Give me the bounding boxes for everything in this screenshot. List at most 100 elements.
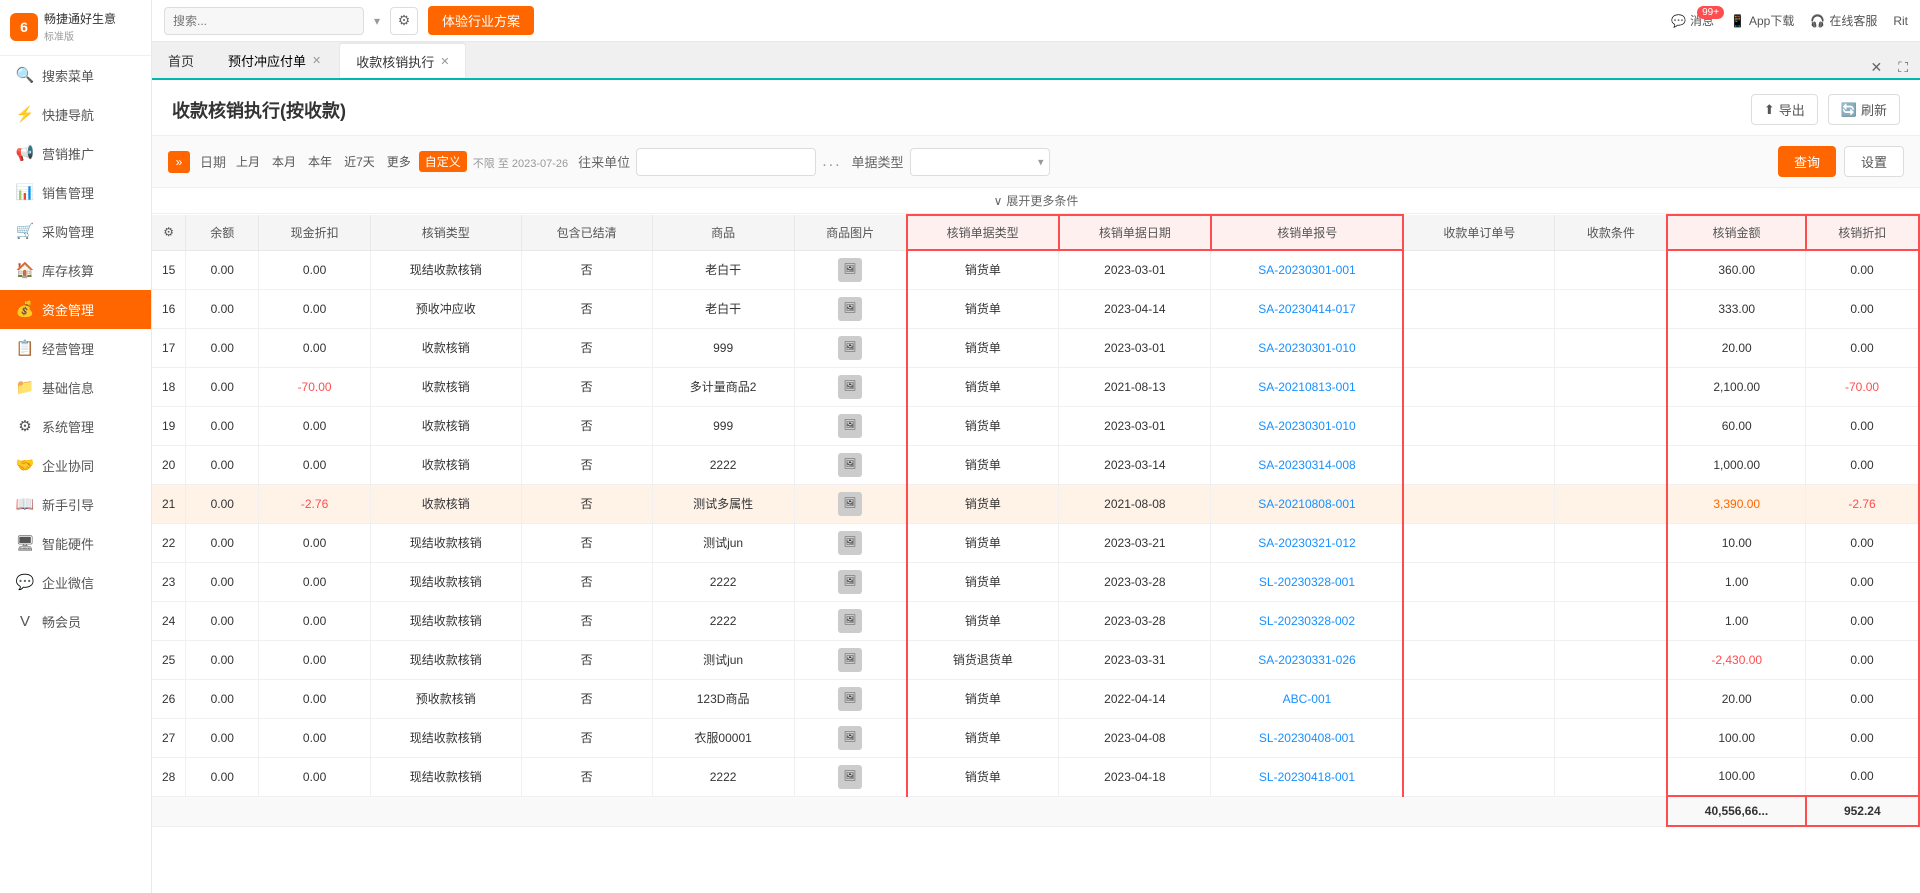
partner-more-icon[interactable]: ... (822, 153, 841, 171)
refresh-btn[interactable]: 🔄 刷新 (1828, 94, 1900, 125)
user-name[interactable]: Rit (1893, 14, 1908, 28)
settings-gear-btn[interactable]: ⚙ (390, 7, 418, 35)
cell-receipt-condition (1555, 445, 1668, 484)
cell-product: 老白干 (652, 289, 794, 328)
search-input[interactable] (164, 7, 364, 35)
sidebar-item-14[interactable]: V畅会员 (0, 602, 151, 641)
cell-receipt-condition (1555, 406, 1668, 445)
cell-receipt-order-no (1403, 406, 1554, 445)
sidebar-item-5[interactable]: 🏠库存核算 (0, 251, 151, 290)
cell-cancel-bill-no[interactable]: SA-20230331-026 (1211, 640, 1404, 679)
cell-cancel-bill-no[interactable]: SA-20210813-001 (1211, 367, 1404, 406)
cell-cancel-amount: 3,390.00 (1667, 484, 1805, 523)
date-btn-this-month[interactable]: 本月 (268, 151, 300, 172)
cell-cancel-bill-no[interactable]: SA-20230301-010 (1211, 406, 1404, 445)
export-btn[interactable]: ⬆ 导出 (1751, 94, 1818, 125)
col-header-cancel-bill-date: 核销单据日期 (1059, 215, 1211, 250)
sidebar-item-4[interactable]: 🛒采购管理 (0, 212, 151, 251)
date-btn-last-month[interactable]: 上月 (232, 151, 264, 172)
table-row: 27 0.00 0.00 现结收款核销 否 衣服00001 🖼 销货单 2023… (152, 718, 1919, 757)
tab-close-all-btn[interactable]: ✕ (1866, 57, 1886, 78)
tab-maximize-btn[interactable]: ⛶ (1894, 57, 1912, 78)
cell-cancel-bill-no[interactable]: SL-20230328-002 (1211, 601, 1404, 640)
sidebar-item-9[interactable]: ⚙系统管理 (0, 407, 151, 446)
sidebar-icon-2: 📢 (16, 144, 34, 162)
col-header-cash-discount: 现金折扣 (259, 215, 371, 250)
sidebar-item-6[interactable]: 💰资金管理 (0, 290, 151, 329)
partner-input[interactable] (636, 148, 816, 176)
sidebar-item-13[interactable]: 💬企业微信 (0, 563, 151, 602)
date-btn-7days[interactable]: 近7天 (340, 151, 379, 172)
message-btn[interactable]: 💬 消息 99+ (1671, 12, 1714, 29)
tab-home[interactable]: 首页 (152, 42, 210, 78)
tab-receipt-cancel[interactable]: 收款核销执行 ✕ (339, 42, 466, 78)
main-table: ⚙ 余额 现金折扣 核销类型 包含已结清 商品 商品图片 核销单据类型 核销单据… (152, 214, 1920, 827)
cell-cancel-type: 收款核销 (370, 445, 521, 484)
sidebar-item-8[interactable]: 📁 基础信息 (0, 368, 151, 407)
trial-btn[interactable]: 体验行业方案 (428, 6, 534, 35)
cell-cancel-bill-no[interactable]: SL-20230328-001 (1211, 562, 1404, 601)
date-btn-this-year[interactable]: 本年 (304, 151, 336, 172)
date-btn-custom[interactable]: 自定义 (419, 151, 467, 172)
sidebar-item-7[interactable]: 📋经营管理 (0, 329, 151, 368)
cell-cancel-bill-date: 2023-04-08 (1059, 718, 1211, 757)
cell-cancel-type: 收款核销 (370, 484, 521, 523)
cell-balance: 0.00 (186, 718, 259, 757)
sidebar-item-3[interactable]: 📊销售管理 (0, 173, 151, 212)
sidebar-item-11[interactable]: 📖新手引导 (0, 485, 151, 524)
table-row: 25 0.00 0.00 现结收款核销 否 测试jun 🖼 销货退货单 2023… (152, 640, 1919, 679)
cell-no: 16 (152, 289, 186, 328)
date-btn-more[interactable]: 更多 (383, 151, 415, 172)
sidebar-item-10[interactable]: 🤝企业协同 (0, 446, 151, 485)
cell-cancel-discount: 0.00 (1806, 289, 1919, 328)
sidebar-label-12: 智能硬件 (42, 534, 94, 553)
col-header-include-settled: 包含已结清 (521, 215, 652, 250)
setting-btn[interactable]: 设置 (1844, 146, 1904, 177)
cell-cancel-bill-no[interactable]: ABC-001 (1211, 679, 1404, 718)
cell-cancel-discount: 0.00 (1806, 640, 1919, 679)
cell-cancel-amount: 1.00 (1667, 601, 1805, 640)
page-header-actions: ⬆ 导出 🔄 刷新 (1751, 94, 1900, 125)
expand-more-btn[interactable]: ∨ 展开更多条件 (994, 192, 1079, 209)
tab-prepay-close[interactable]: ✕ (312, 54, 321, 67)
col-header-cancel-type: 核销类型 (370, 215, 521, 250)
online-service-btn[interactable]: 🎧 在线客服 (1810, 12, 1877, 29)
cell-cancel-bill-no[interactable]: SL-20230418-001 (1211, 757, 1404, 796)
sidebar-item-0[interactable]: 🔍搜索菜单 (0, 56, 151, 95)
cell-cancel-bill-no[interactable]: SA-20230301-001 (1211, 250, 1404, 289)
sidebar-icon-6: 💰 (16, 300, 34, 318)
cell-cancel-bill-no[interactable]: SA-20230321-012 (1211, 523, 1404, 562)
tab-receipt-cancel-close[interactable]: ✕ (440, 55, 449, 68)
col-header-settings[interactable]: ⚙ (152, 215, 186, 250)
dropdown-icon[interactable]: ▾ (374, 14, 380, 28)
sidebar-icon-8: 📁 (16, 378, 34, 396)
tab-prepay[interactable]: 预付冲应付单 ✕ (212, 42, 337, 78)
app-download-btn[interactable]: 📱 App下载 (1730, 12, 1794, 29)
cell-cancel-bill-no[interactable]: SA-20210808-001 (1211, 484, 1404, 523)
col-header-product-image: 商品图片 (794, 215, 907, 250)
cell-balance: 0.00 (186, 679, 259, 718)
cell-cancel-bill-no[interactable]: SA-20230314-008 (1211, 445, 1404, 484)
query-btn[interactable]: 查询 (1778, 146, 1836, 177)
sidebar-label-11: 新手引导 (42, 495, 94, 514)
sidebar-item-1[interactable]: ⚡快捷导航 (0, 95, 151, 134)
cell-cancel-bill-no[interactable]: SA-20230414-017 (1211, 289, 1404, 328)
cell-cancel-type: 现结收款核销 (370, 640, 521, 679)
cell-cancel-type: 预收款核销 (370, 679, 521, 718)
cell-no: 25 (152, 640, 186, 679)
cell-balance: 0.00 (186, 562, 259, 601)
cell-cancel-bill-type: 销货单 (907, 718, 1059, 757)
bill-type-select[interactable] (910, 148, 1050, 176)
cell-include-settled: 否 (521, 757, 652, 796)
filter-expand-btn[interactable]: » (168, 151, 190, 173)
page-title: 收款核销执行(按收款) (172, 97, 346, 123)
cell-product-image: 🖼 (794, 601, 907, 640)
cell-cancel-bill-no[interactable]: SL-20230408-001 (1211, 718, 1404, 757)
sidebar-item-2[interactable]: 📢营销推广 (0, 134, 151, 173)
cell-product-image: 🖼 (794, 484, 907, 523)
sidebar-item-12[interactable]: 🖥智能硬件 (0, 524, 151, 563)
cell-cancel-discount: 0.00 (1806, 406, 1919, 445)
cell-cancel-bill-no[interactable]: SA-20230301-010 (1211, 328, 1404, 367)
sidebar-label-8: 基础信息 (42, 378, 94, 397)
table-row: 26 0.00 0.00 预收款核销 否 123D商品 🖼 销货单 2022-0… (152, 679, 1919, 718)
